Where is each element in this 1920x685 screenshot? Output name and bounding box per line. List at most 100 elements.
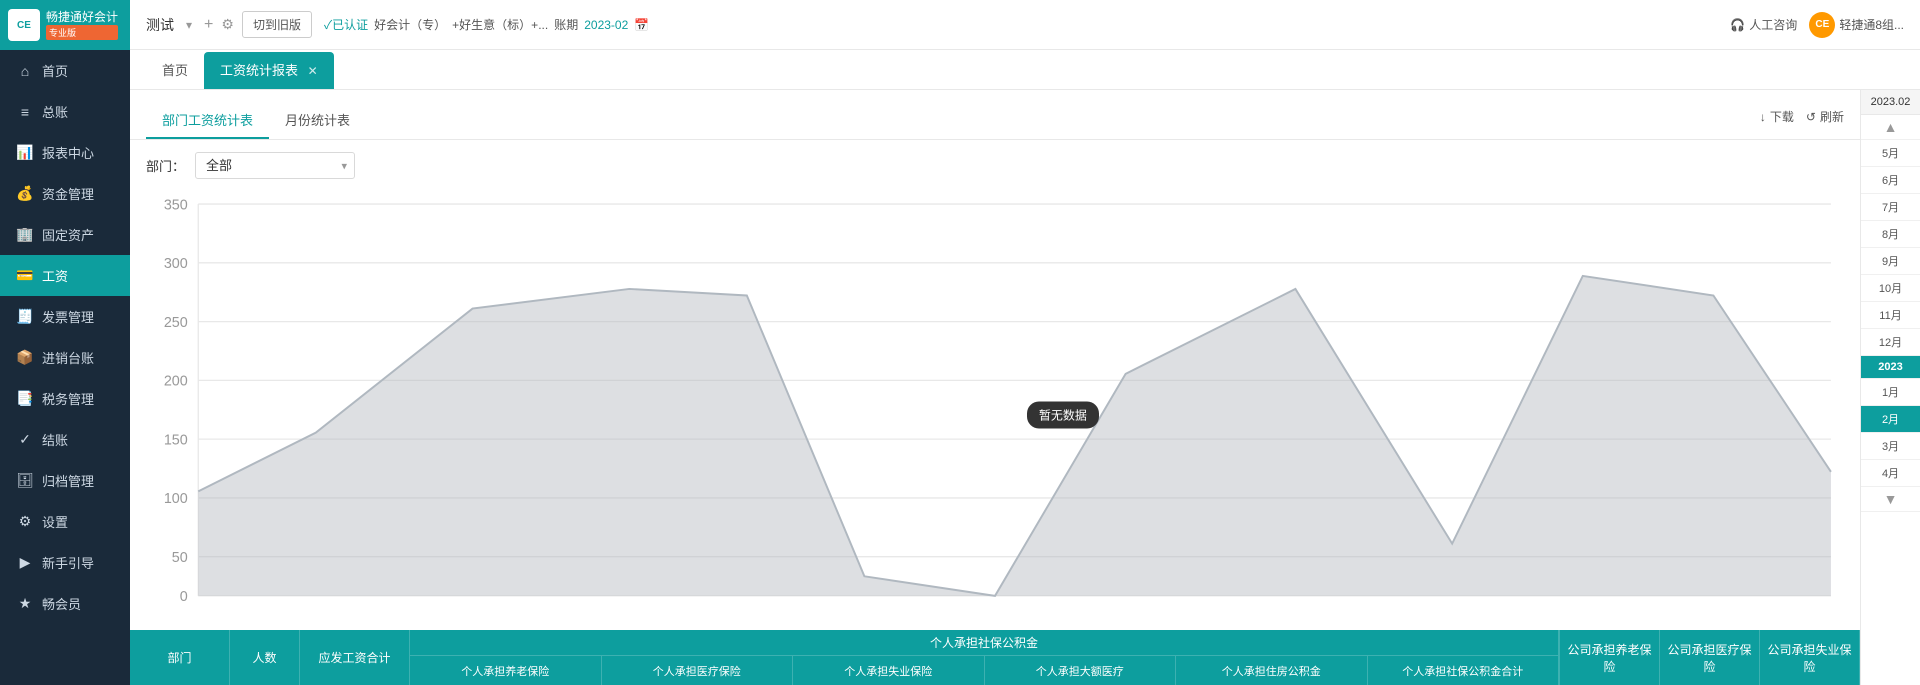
sidebar-item-label: 报表中心	[42, 143, 94, 162]
date-picker-header: 2023.02	[1861, 90, 1920, 115]
chart-area: 350 300 250 200 150 100 50 0 暂无	[130, 191, 1860, 630]
sub-col-medical: 个人承担医疗保险	[602, 656, 794, 685]
logo-abbr: CE	[17, 20, 31, 31]
sidebar-item-guide[interactable]: ▶ 新手引导	[0, 542, 130, 583]
sidebar-item-settlement[interactable]: ✓ 结账	[0, 419, 130, 460]
svg-text:100: 100	[164, 491, 188, 507]
settlement-icon: ✓	[16, 431, 34, 448]
certified-status: ✓已认证	[324, 16, 368, 33]
sidebar-item-vip[interactable]: ★ 畅会员	[0, 583, 130, 624]
refresh-icon: ↺	[1806, 110, 1816, 124]
sidebar-item-general-ledger[interactable]: ≡ 总账	[0, 91, 130, 132]
table-header: 部门 人数 应发工资合计 个人承担社保公积金 个人承担养老保险 个人承担医疗保险…	[130, 630, 1860, 685]
ledger-icon: ≡	[16, 104, 34, 120]
subtab-actions: ↓ 下载 ↺ 刷新	[1760, 108, 1844, 133]
dropdown-arrow-icon[interactable]: ▾	[186, 18, 192, 32]
filter-bar: 部门： 全部 财务部 销售部 技术部 行政部 ▾	[130, 140, 1860, 191]
date-picker-panel: 2023.02 ▲ 5月 6月 7月 8月 9月 10月 11月 12月 202…	[1860, 90, 1920, 685]
logo-text-block: 畅捷通好会计 专业版	[46, 10, 118, 41]
svg-text:300: 300	[164, 256, 188, 272]
funds-icon: 💰	[16, 185, 34, 202]
date-item-2023-3[interactable]: 3月	[1861, 433, 1920, 460]
user-menu[interactable]: CE 轻捷通8组...	[1809, 12, 1904, 38]
sub-col-housing: 个人承担住房公积金	[1176, 656, 1368, 685]
date-item-2022-5[interactable]: 5月	[1861, 140, 1920, 167]
date-item-2022-9[interactable]: 9月	[1861, 248, 1920, 275]
sidebar-item-reports[interactable]: 📊 报表中心	[0, 132, 130, 173]
sub-col-total: 个人承担社保公积金合计	[1368, 656, 1560, 685]
archive-icon: 🗄	[16, 472, 34, 489]
sidebar-item-archive[interactable]: 🗄 归档管理	[0, 460, 130, 501]
sidebar-item-assets[interactable]: 🏢 固定资产	[0, 214, 130, 255]
date-item-2023-4[interactable]: 4月	[1861, 460, 1920, 487]
sidebar-item-sales[interactable]: 📦 进销台账	[0, 337, 130, 378]
date-item-2022-8[interactable]: 8月	[1861, 221, 1920, 248]
logo-sub: 专业版	[46, 25, 118, 40]
sidebar-item-salary[interactable]: 💳 工资	[0, 255, 130, 296]
tab-salary-report[interactable]: 工资统计报表 ✕	[204, 52, 334, 89]
period-value: 2023-02	[584, 18, 628, 32]
tab-close-icon[interactable]: ✕	[308, 64, 318, 78]
sub-col-unemployment: 个人承担失业保险	[793, 656, 985, 685]
table-col-company-pension: 公司承担养老保险	[1560, 630, 1660, 685]
download-icon: ↓	[1760, 110, 1766, 124]
date-item-2023-2[interactable]: 2月	[1861, 406, 1920, 433]
group-header: 个人承担社保公积金	[410, 630, 1559, 656]
tab-home[interactable]: 首页	[146, 52, 204, 89]
sidebar-item-label: 税务管理	[42, 389, 94, 408]
main-content: 测试 ▾ + ⚙ 切到旧版 ✓已认证 好会计（专） +好生意（标）+... 账期…	[130, 0, 1920, 685]
sidebar-item-home[interactable]: ⌂ 首页	[0, 50, 130, 91]
home-icon: ⌂	[16, 63, 34, 79]
sidebar-item-tax[interactable]: 📑 税务管理	[0, 378, 130, 419]
sidebar: CE 畅捷通好会计 专业版 ⌂ 首页 ≡ 总账 📊 报表中心 💰 资金管理 🏢 …	[0, 0, 130, 685]
date-item-2022-7[interactable]: 7月	[1861, 194, 1920, 221]
plan-label: 好会计（专）	[374, 16, 446, 33]
sales-icon: 📦	[16, 349, 34, 366]
sidebar-item-settings[interactable]: ⚙ 设置	[0, 501, 130, 542]
date-item-2022-6[interactable]: 6月	[1861, 167, 1920, 194]
tab-bar: 首页 工资统计报表 ✕	[130, 50, 1920, 90]
sidebar-item-invoice[interactable]: 🧾 发票管理	[0, 296, 130, 337]
assets-icon: 🏢	[16, 226, 34, 243]
help-button[interactable]: 🎧 人工咨询	[1730, 16, 1797, 33]
sidebar-item-label: 新手引导	[42, 553, 94, 572]
salary-icon: 💳	[16, 267, 34, 284]
date-item-2022-12[interactable]: 12月	[1861, 329, 1920, 356]
subtab-monthly[interactable]: 月份统计表	[269, 102, 366, 139]
date-item-2023-1[interactable]: 1月	[1861, 379, 1920, 406]
sidebar-item-funds[interactable]: 💰 资金管理	[0, 173, 130, 214]
sub-col-major-medical: 个人承担大额医疗	[985, 656, 1177, 685]
group-subs: 个人承担养老保险 个人承担医疗保险 个人承担失业保险 个人承担大额医疗 个人承担…	[410, 656, 1559, 685]
dept-filter-label: 部门：	[146, 156, 185, 175]
svg-text:350: 350	[164, 197, 188, 213]
topbar-status: ✓已认证 好会计（专） +好生意（标）+... 账期 2023-02 📅	[324, 16, 649, 33]
vip-icon: ★	[16, 595, 34, 612]
svg-text:250: 250	[164, 315, 188, 331]
sidebar-item-label: 结账	[42, 430, 68, 449]
subtab-dept[interactable]: 部门工资统计表	[146, 102, 269, 139]
date-item-2022-10[interactable]: 10月	[1861, 275, 1920, 302]
logo-icon: CE	[8, 9, 40, 41]
help-label: 人工咨询	[1749, 16, 1797, 33]
avatar: CE	[1809, 12, 1835, 38]
sidebar-item-label: 资金管理	[42, 184, 94, 203]
sidebar-item-label: 固定资产	[42, 225, 94, 244]
date-item-2022-11[interactable]: 11月	[1861, 302, 1920, 329]
date-year-2023[interactable]: 2023	[1861, 356, 1920, 379]
table-col-dept: 部门	[130, 630, 230, 685]
settings-icon: ⚙	[16, 513, 34, 530]
svg-text:0: 0	[180, 589, 188, 605]
area-chart: 350 300 250 200 150 100 50 0	[146, 191, 1844, 622]
date-nav-down[interactable]: ▼	[1861, 487, 1920, 512]
refresh-button[interactable]: ↺ 刷新	[1806, 108, 1844, 125]
download-button[interactable]: ↓ 下载	[1760, 108, 1794, 125]
calendar-icon[interactable]: 📅	[634, 18, 649, 32]
add-icon[interactable]: +	[204, 16, 213, 34]
content-area: 部门工资统计表 月份统计表 ↓ 下载 ↺ 刷新	[130, 90, 1920, 685]
dept-select[interactable]: 全部 财务部 销售部 技术部 行政部	[195, 152, 355, 179]
date-nav-up[interactable]: ▲	[1861, 115, 1920, 140]
sidebar-item-label: 发票管理	[42, 307, 94, 326]
settings-icon[interactable]: ⚙	[221, 16, 234, 33]
headset-icon: 🎧	[1730, 18, 1745, 32]
switch-version-button[interactable]: 切到旧版	[242, 11, 312, 38]
